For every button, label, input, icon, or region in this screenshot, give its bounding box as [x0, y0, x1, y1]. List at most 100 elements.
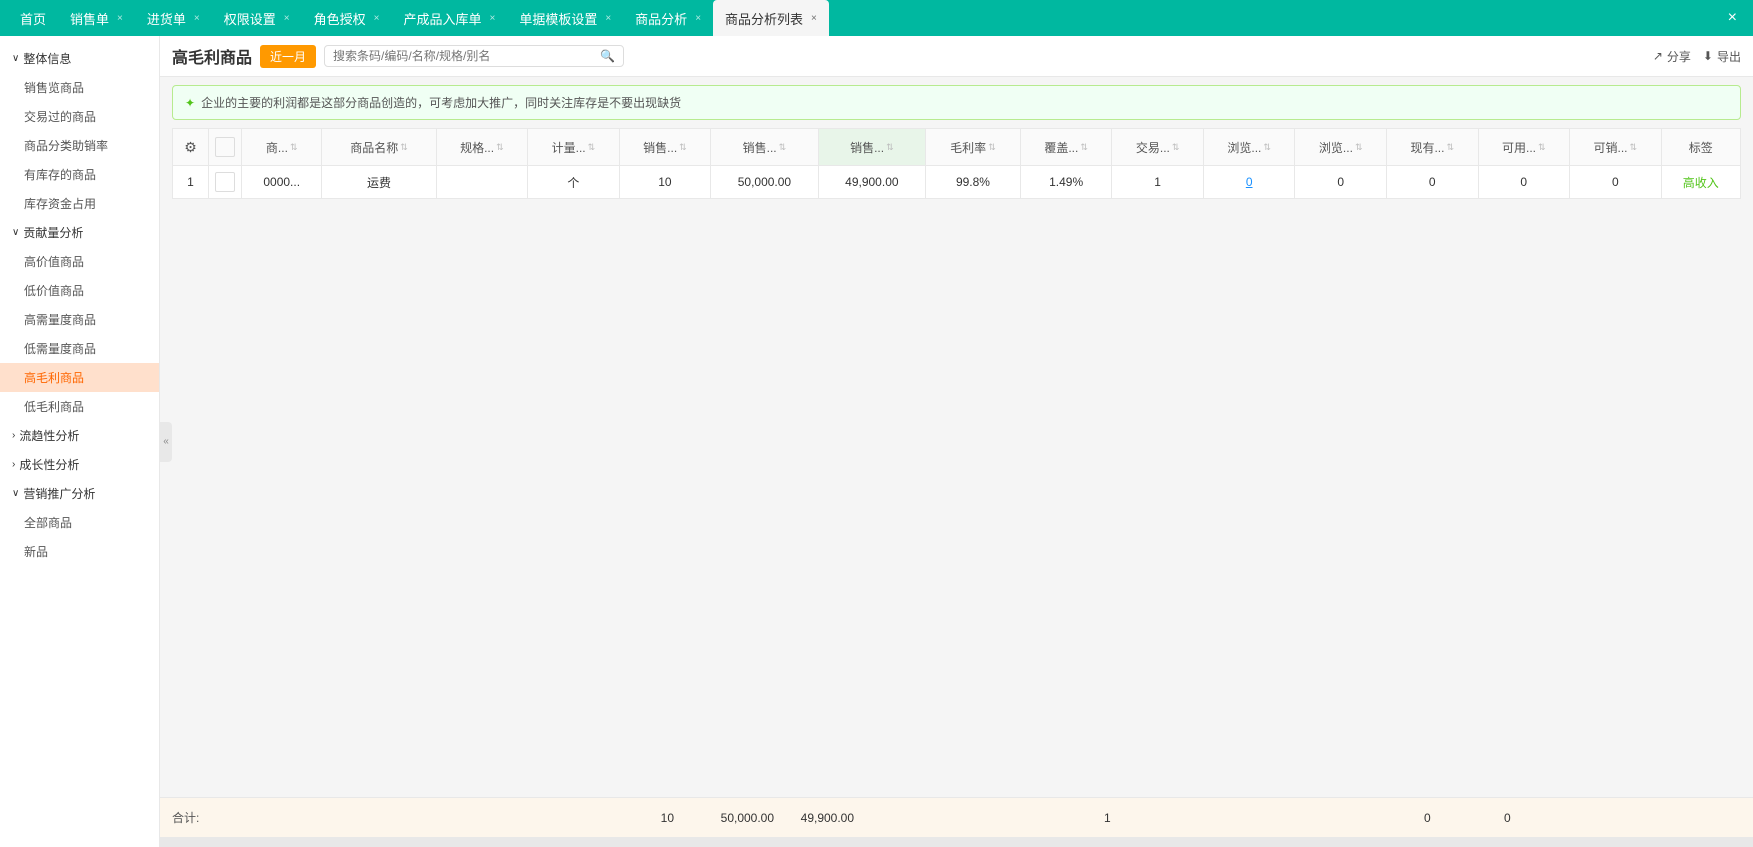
horizontal-scrollbar[interactable] [160, 837, 1753, 847]
th-coverage: 覆盖... ⇅ [1020, 129, 1112, 166]
td-current-stock: 0 [1386, 166, 1478, 199]
nav-window-close[interactable]: × [1720, 9, 1745, 27]
sort-available-stock[interactable]: ⇅ [1538, 142, 1546, 153]
footer-cells: 10 50,000.00 49,900.00 1 0 0 [207, 811, 1741, 825]
th-sellable: 可销... ⇅ [1570, 129, 1662, 166]
sort-sales-cost[interactable]: ⇅ [886, 142, 894, 153]
nav-role-auth[interactable]: 角色授权 × [302, 0, 392, 36]
time-filter-button[interactable]: 近一月 [260, 45, 316, 68]
sidebar-item-sales-browse[interactable]: 销售览商品 [0, 73, 159, 102]
search-input[interactable] [333, 49, 596, 63]
th-unit: 计量... ⇅ [528, 129, 620, 166]
sidebar-section-trend-label: 流趋性分析 [19, 427, 79, 444]
close-product-analysis-list[interactable]: × [811, 13, 817, 24]
nav-template-settings[interactable]: 单据模板设置 × [507, 0, 623, 36]
td-name: 运费 [322, 166, 436, 199]
sort-views2[interactable]: ⇅ [1355, 142, 1363, 153]
close-role-auth[interactable]: × [374, 13, 380, 24]
info-message: 企业的主要的利润都是这部分商品创造的，可考虑加大推广，同时关注库存是不要出现缺货 [201, 94, 681, 111]
sidebar-item-high-demand[interactable]: 高需量度商品 [0, 305, 159, 334]
close-permission-settings[interactable]: × [284, 13, 290, 24]
td-views2: 0 [1295, 166, 1387, 199]
sidebar-item-low-margin[interactable]: 低毛利商品 [0, 392, 159, 421]
nav-product-inbound[interactable]: 产成品入库单 × [391, 0, 507, 36]
content-area: 高毛利商品 近一月 🔍 ↗ 分享 ⬇ 导出 ✦ 企业的主要的利润都是这部分商品创… [160, 36, 1753, 847]
section-arrow-overall: ∨ [12, 53, 19, 64]
export-icon: ⬇ [1703, 49, 1713, 63]
sort-name[interactable]: ⇅ [400, 142, 408, 153]
nav-product-analysis[interactable]: 商品分析 × [623, 0, 713, 36]
row-checkbox[interactable] [215, 172, 235, 192]
nav-sales-order[interactable]: 销售单 × [58, 0, 135, 36]
search-icon[interactable]: 🔍 [600, 49, 615, 63]
nav-home[interactable]: 首页 [8, 0, 58, 36]
sidebar-section-trend[interactable]: › 流趋性分析 [0, 421, 159, 450]
sidebar-section-contribution-label: 贡献量分析 [23, 224, 83, 241]
close-purchase-order[interactable]: × [194, 13, 200, 24]
sidebar-item-high-margin[interactable]: 高毛利商品 [0, 363, 159, 392]
sidebar-section-marketing[interactable]: ∨ 营销推广分析 [0, 479, 159, 508]
close-product-inbound[interactable]: × [489, 13, 495, 24]
td-spec [436, 166, 528, 199]
th-name: 商品名称 ⇅ [322, 129, 436, 166]
sidebar-item-high-value[interactable]: 高价值商品 [0, 247, 159, 276]
sort-gross-rate[interactable]: ⇅ [988, 142, 996, 153]
th-gear[interactable]: ⚙ [173, 129, 209, 166]
td-index: 1 [173, 166, 209, 199]
top-navigation: 首页 销售单 × 进货单 × 权限设置 × 角色授权 × 产成品入库单 × 单据… [0, 0, 1753, 36]
sidebar-item-category-assist[interactable]: 商品分类助销率 [0, 131, 159, 160]
footer-transactions: 1 [1067, 811, 1147, 825]
sidebar-item-stock-capital[interactable]: 库存资金占用 [0, 189, 159, 218]
sidebar-item-low-value[interactable]: 低价值商品 [0, 276, 159, 305]
sort-views1[interactable]: ⇅ [1263, 142, 1271, 153]
info-banner: ✦ 企业的主要的利润都是这部分商品创造的，可考虑加大推广，同时关注库存是不要出现… [172, 85, 1741, 120]
td-unit: 个 [528, 166, 620, 199]
th-checkbox [209, 129, 242, 166]
footer-sales-amount: 50,000.00 [707, 811, 787, 825]
page-title: 高毛利商品 [172, 44, 252, 68]
sort-sales-amount[interactable]: ⇅ [779, 142, 787, 153]
td-coverage: 1.49% [1020, 166, 1112, 199]
sidebar-section-growth-label: 成长性分析 [19, 456, 79, 473]
sidebar-item-traded[interactable]: 交易过的商品 [0, 102, 159, 131]
td-sales-cost: 49,900.00 [818, 166, 925, 199]
tag-label: 高收入 [1683, 176, 1719, 190]
sidebar: ∨ 整体信息 销售览商品 交易过的商品 商品分类助销率 有库存的商品 库存资金占… [0, 36, 160, 847]
header-actions: ↗ 分享 ⬇ 导出 [1653, 48, 1741, 65]
sort-spec[interactable]: ⇅ [496, 142, 504, 153]
sort-sellable[interactable]: ⇅ [1630, 142, 1638, 153]
sort-code[interactable]: ⇅ [290, 142, 298, 153]
sort-unit[interactable]: ⇅ [588, 142, 596, 153]
sidebar-item-in-stock[interactable]: 有库存的商品 [0, 160, 159, 189]
sidebar-collapse-btn[interactable]: « [160, 422, 172, 462]
sidebar-item-new-products[interactable]: 新品 [0, 537, 159, 566]
content-header: 高毛利商品 近一月 🔍 ↗ 分享 ⬇ 导出 [160, 36, 1753, 77]
sidebar-item-all-products[interactable]: 全部商品 [0, 508, 159, 537]
close-product-analysis[interactable]: × [695, 13, 701, 24]
th-code: 商... ⇅ [242, 129, 322, 166]
th-sales-amount: 销售... ⇅ [711, 129, 818, 166]
sort-transactions[interactable]: ⇅ [1172, 142, 1180, 153]
sidebar-section-growth[interactable]: › 成长性分析 [0, 450, 159, 479]
close-template-settings[interactable]: × [605, 13, 611, 24]
td-checkbox [209, 166, 242, 199]
export-button[interactable]: ⬇ 导出 [1703, 48, 1741, 65]
gear-icon[interactable]: ⚙ [184, 139, 197, 155]
sort-sales-qty[interactable]: ⇅ [679, 142, 687, 153]
select-all-checkbox[interactable] [215, 137, 235, 157]
share-button[interactable]: ↗ 分享 [1653, 48, 1691, 65]
sidebar-section-overall[interactable]: ∨ 整体信息 [0, 44, 159, 73]
views1-link[interactable]: 0 [1246, 175, 1253, 189]
sort-coverage[interactable]: ⇅ [1080, 142, 1088, 153]
sidebar-item-low-demand[interactable]: 低需量度商品 [0, 334, 159, 363]
close-sales-order[interactable]: × [117, 13, 123, 24]
td-tag: 高收入 [1661, 166, 1740, 199]
sort-current-stock[interactable]: ⇅ [1446, 142, 1454, 153]
nav-purchase-order[interactable]: 进货单 × [135, 0, 212, 36]
nav-product-analysis-list[interactable]: 商品分析列表 × [713, 0, 829, 36]
search-box: 🔍 [324, 45, 624, 67]
section-arrow-trend: › [12, 430, 15, 441]
th-views2: 浏览... ⇅ [1295, 129, 1387, 166]
nav-permission-settings[interactable]: 权限设置 × [212, 0, 302, 36]
sidebar-section-contribution[interactable]: ∨ 贡献量分析 [0, 218, 159, 247]
